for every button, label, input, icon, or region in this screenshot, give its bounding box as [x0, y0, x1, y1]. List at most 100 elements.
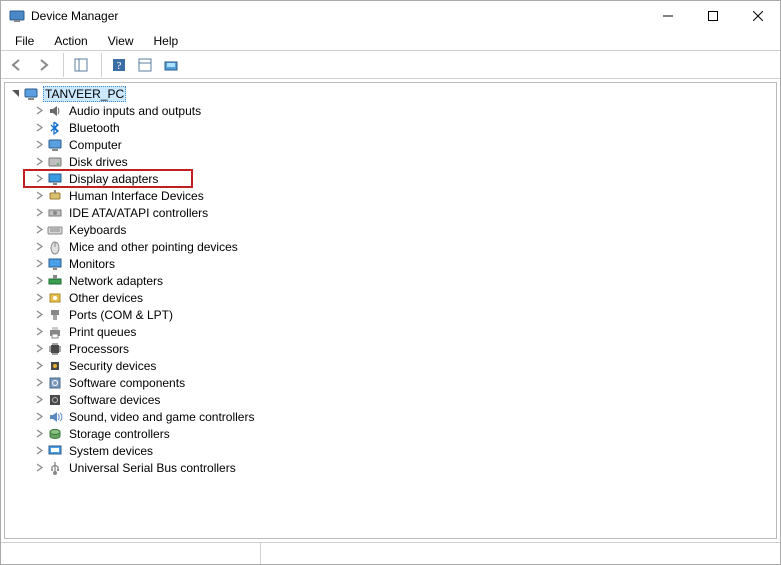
minimize-button[interactable] [645, 1, 690, 31]
tree-item[interactable]: Mice and other pointing devices [5, 238, 776, 255]
tree-item-label: Sound, video and game controllers [67, 410, 256, 424]
chevron-right-icon[interactable] [33, 360, 45, 372]
tree-item[interactable]: Software components [5, 374, 776, 391]
tree-item[interactable]: Sound, video and game controllers [5, 408, 776, 425]
chevron-right-icon[interactable] [33, 445, 45, 457]
software-device-icon [47, 392, 63, 408]
storage-icon [47, 426, 63, 442]
chevron-right-icon[interactable] [33, 258, 45, 270]
forward-icon [35, 57, 51, 73]
bluetooth-icon [47, 120, 63, 136]
tree-item-label: Disk drives [67, 155, 130, 169]
printer-icon [47, 324, 63, 340]
chevron-right-icon[interactable] [33, 173, 45, 185]
tree-item-label: Mice and other pointing devices [67, 240, 240, 254]
chevron-right-icon[interactable] [33, 105, 45, 117]
chevron-right-icon[interactable] [33, 377, 45, 389]
menu-action[interactable]: Action [44, 32, 97, 50]
tree-item[interactable]: Bluetooth [5, 119, 776, 136]
tree-item[interactable]: Network adapters [5, 272, 776, 289]
properties-window-icon [137, 57, 153, 73]
chevron-right-icon[interactable] [33, 122, 45, 134]
back-icon [9, 57, 25, 73]
chevron-right-icon[interactable] [33, 343, 45, 355]
forward-button[interactable] [31, 53, 55, 77]
help-button[interactable]: ? [107, 53, 131, 77]
tree-item[interactable]: Software devices [5, 391, 776, 408]
tree-item-label: Processors [67, 342, 131, 356]
titlebar: Device Manager [1, 1, 780, 31]
software-component-icon [47, 375, 63, 391]
tree-item-label: Software components [67, 376, 187, 390]
properties-button[interactable] [133, 53, 157, 77]
tree-item-label: Print queues [67, 325, 138, 339]
tree-item-label: Security devices [67, 359, 158, 373]
svg-text:?: ? [117, 60, 122, 72]
chevron-down-icon[interactable] [9, 88, 21, 100]
tree-item[interactable]: Keyboards [5, 221, 776, 238]
usb-icon [47, 460, 63, 476]
menubar: File Action View Help [1, 31, 780, 51]
toolbar: ? [1, 51, 780, 79]
tree-item-label: Other devices [67, 291, 145, 305]
tree-item[interactable]: Other devices [5, 289, 776, 306]
close-button[interactable] [735, 1, 780, 31]
tree-root-label: TANVEER_PC [43, 86, 126, 102]
tree-item[interactable]: IDE ATA/ATAPI controllers [5, 204, 776, 221]
computer-icon [47, 137, 63, 153]
chevron-right-icon[interactable] [33, 292, 45, 304]
chevron-right-icon[interactable] [33, 207, 45, 219]
processor-icon [47, 341, 63, 357]
tree-item-label: Ports (COM & LPT) [67, 308, 175, 322]
tree-item-label: Network adapters [67, 274, 165, 288]
tree-item[interactable]: Audio inputs and outputs [5, 102, 776, 119]
tree-item[interactable]: Security devices [5, 357, 776, 374]
tree-item-label: Human Interface Devices [67, 189, 206, 203]
chevron-right-icon[interactable] [33, 326, 45, 338]
menu-file[interactable]: File [5, 32, 44, 50]
chevron-right-icon[interactable] [33, 241, 45, 253]
chevron-right-icon[interactable] [33, 156, 45, 168]
maximize-button[interactable] [690, 1, 735, 31]
chevron-right-icon[interactable] [33, 309, 45, 321]
monitor-icon [47, 256, 63, 272]
audio-icon [47, 103, 63, 119]
tree-item[interactable]: Display adapters [5, 170, 776, 187]
tree-item[interactable]: Universal Serial Bus controllers [5, 459, 776, 476]
window-title: Device Manager [31, 9, 645, 23]
tree-item[interactable]: Ports (COM & LPT) [5, 306, 776, 323]
chevron-right-icon[interactable] [33, 190, 45, 202]
tree-item-label: Audio inputs and outputs [67, 104, 203, 118]
chevron-right-icon[interactable] [33, 139, 45, 151]
ide-icon [47, 205, 63, 221]
chevron-right-icon[interactable] [33, 275, 45, 287]
tree-item-label: Software devices [67, 393, 162, 407]
tree-item[interactable]: Print queues [5, 323, 776, 340]
tree-item[interactable]: Disk drives [5, 153, 776, 170]
menu-help[interactable]: Help [144, 32, 189, 50]
tree-item-label: Storage controllers [67, 427, 172, 441]
tree-item-label: Keyboards [67, 223, 128, 237]
status-pane-2 [261, 543, 780, 564]
tree-item[interactable]: Processors [5, 340, 776, 357]
tree-item[interactable]: Storage controllers [5, 425, 776, 442]
tree-item[interactable]: Computer [5, 136, 776, 153]
show-hide-tree-button[interactable] [69, 53, 93, 77]
scan-button[interactable] [159, 53, 183, 77]
chevron-right-icon[interactable] [33, 411, 45, 423]
toolbar-separator [60, 53, 64, 77]
tree-item[interactable]: System devices [5, 442, 776, 459]
status-pane-1 [1, 543, 261, 564]
security-icon [47, 358, 63, 374]
tree-item[interactable]: Monitors [5, 255, 776, 272]
chevron-right-icon[interactable] [33, 224, 45, 236]
chevron-right-icon[interactable] [33, 394, 45, 406]
tree-root[interactable]: TANVEER_PC [5, 85, 776, 102]
chevron-right-icon[interactable] [33, 428, 45, 440]
device-tree-pane[interactable]: TANVEER_PC Audio inputs and outputsBlueto… [4, 82, 777, 539]
back-button[interactable] [5, 53, 29, 77]
menu-view[interactable]: View [98, 32, 144, 50]
tree-item[interactable]: Human Interface Devices [5, 187, 776, 204]
network-icon [47, 273, 63, 289]
chevron-right-icon[interactable] [33, 462, 45, 474]
